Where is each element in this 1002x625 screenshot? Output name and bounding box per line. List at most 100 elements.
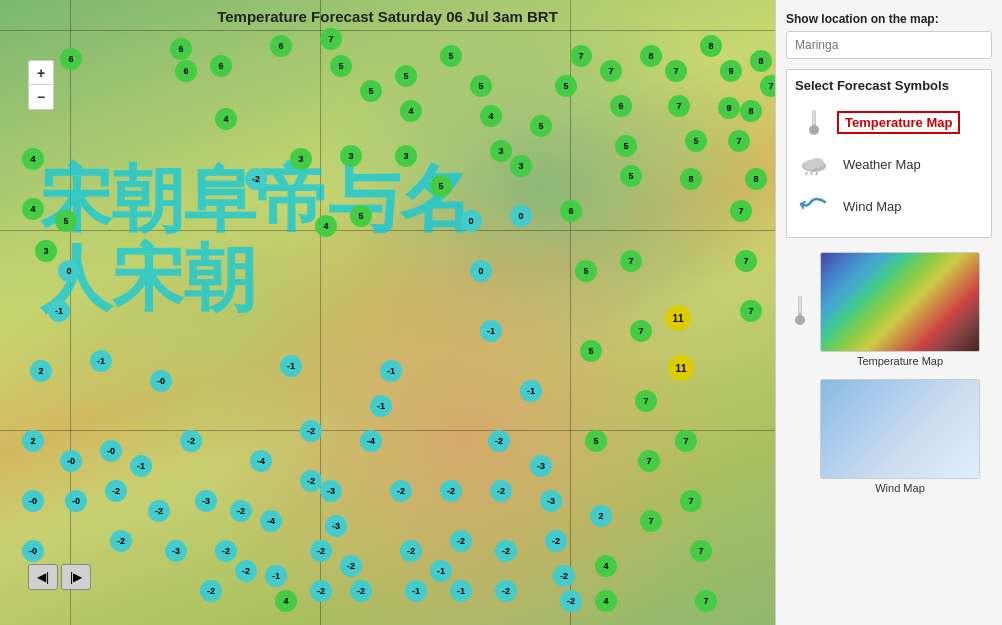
- temp-dot: 5: [585, 430, 607, 452]
- temp-dot: -3: [530, 455, 552, 477]
- temp-dot: 2: [30, 360, 52, 382]
- wind-option-label[interactable]: Wind Map: [837, 197, 908, 216]
- temp-dot: -1: [280, 355, 302, 377]
- nav-next-button[interactable]: |▶: [61, 564, 91, 590]
- temp-dot: 7: [728, 130, 750, 152]
- temp-dot: -1: [48, 300, 70, 322]
- forecast-section: Select Forecast Symbols Temperature Map: [786, 69, 992, 238]
- svg-rect-11: [799, 296, 802, 313]
- temp-dot: 8: [700, 35, 722, 57]
- forecast-option-wind[interactable]: Wind Map: [795, 187, 983, 225]
- temp-dot: -1: [430, 560, 452, 582]
- forecast-section-title: Select Forecast Symbols: [795, 78, 983, 93]
- temp-dot: 7: [690, 540, 712, 562]
- temp-dot: -1: [405, 580, 427, 602]
- temp-dot: 4: [480, 105, 502, 127]
- nav-prev-button[interactable]: ◀|: [28, 564, 58, 590]
- temp-dot: -2: [545, 530, 567, 552]
- temp-dot: 11: [668, 355, 694, 381]
- temp-dot: 6: [270, 35, 292, 57]
- temp-dot: -2: [440, 480, 462, 502]
- svg-line-8: [816, 172, 817, 175]
- zoom-controls[interactable]: + −: [28, 60, 54, 110]
- temp-dot: -2: [400, 540, 422, 562]
- temp-dot: 5: [685, 130, 707, 152]
- temp-dot: -0: [60, 450, 82, 472]
- zoom-in-button[interactable]: +: [29, 61, 53, 85]
- temp-dot: 8: [740, 100, 762, 122]
- temp-dot: 7: [735, 250, 757, 272]
- temp-dot: -2: [215, 540, 237, 562]
- temp-dot: 4: [275, 590, 297, 612]
- temp-dot: 3: [510, 155, 532, 177]
- temp-dot: -2: [553, 565, 575, 587]
- temp-dot: 3: [490, 140, 512, 162]
- temp-dot: 3: [35, 240, 57, 262]
- temp-dot: 7: [740, 300, 762, 322]
- temp-dot: -2: [490, 480, 512, 502]
- thumbnail-wind[interactable]: Wind Map: [820, 379, 980, 494]
- nav-controls[interactable]: ◀| |▶: [28, 564, 91, 590]
- temp-dot: 5: [620, 165, 642, 187]
- temp-dot: 0: [510, 205, 532, 227]
- temp-dot: 4: [400, 100, 422, 122]
- thumbnail-temp[interactable]: Temperature Map: [820, 252, 980, 367]
- temp-dot: -2: [350, 580, 372, 602]
- temp-dot: -3: [540, 490, 562, 512]
- temp-dot: 7: [675, 430, 697, 452]
- thumbnail-temp-label: Temperature Map: [857, 355, 943, 367]
- svg-point-5: [810, 158, 824, 168]
- temp-dot: 3: [290, 148, 312, 170]
- temp-dot: 5: [575, 260, 597, 282]
- thumbnails-section: Temperature Map Wind Map: [786, 248, 992, 494]
- forecast-option-weather[interactable]: Weather Map: [795, 145, 983, 183]
- temp-option-label[interactable]: Temperature Map: [837, 111, 960, 134]
- temp-dot: -1: [90, 350, 112, 372]
- temp-dot: -0: [22, 490, 44, 512]
- temp-dot: -0: [65, 490, 87, 512]
- temp-dot: -2: [340, 555, 362, 577]
- svg-point-1: [809, 125, 819, 135]
- temp-dot: 5: [330, 55, 352, 77]
- temp-dot: -4: [260, 510, 282, 532]
- temp-dot: 8: [680, 168, 702, 190]
- temp-dot: -4: [360, 430, 382, 452]
- forecast-option-temp[interactable]: Temperature Map: [795, 103, 983, 141]
- temp-dot: 6: [175, 60, 197, 82]
- temp-dot: -1: [520, 380, 542, 402]
- temp-dot: 5: [360, 80, 382, 102]
- temp-dot: -3: [165, 540, 187, 562]
- weather-option-label[interactable]: Weather Map: [837, 155, 927, 174]
- temp-dot: -2: [560, 590, 582, 612]
- temp-dot: 6: [60, 48, 82, 70]
- location-input[interactable]: [786, 31, 992, 59]
- map-title: Temperature Forecast Saturday 06 Jul 3am…: [0, 8, 775, 25]
- temp-dot: 2: [22, 430, 44, 452]
- wind-icon: [799, 193, 829, 219]
- temp-dot: -2: [450, 530, 472, 552]
- temp-dot: 7: [695, 590, 717, 612]
- temp-dot: -2: [148, 500, 170, 522]
- temp-dot: 6: [560, 200, 582, 222]
- zoom-out-button[interactable]: −: [29, 85, 53, 109]
- temp-dot: 7: [630, 320, 652, 342]
- temp-dot: -1: [265, 565, 287, 587]
- temp-dot: -2: [300, 470, 322, 492]
- temp-dot: 5: [55, 210, 77, 232]
- svg-line-6: [806, 172, 807, 175]
- temp-dot: 7: [680, 490, 702, 512]
- temp-dot: 4: [22, 148, 44, 170]
- temp-dot: -3: [320, 480, 342, 502]
- temp-dot: -2: [180, 430, 202, 452]
- temp-dot: -2: [235, 560, 257, 582]
- location-section: Show location on the map:: [786, 12, 992, 59]
- temp-dot: 7: [600, 60, 622, 82]
- temp-dot: 5: [350, 205, 372, 227]
- temp-dot: 3: [395, 145, 417, 167]
- temp-dot: 8: [745, 168, 767, 190]
- temp-dot: -1: [450, 580, 472, 602]
- temp-dot: -2: [105, 480, 127, 502]
- temp-dot: -2: [495, 540, 517, 562]
- temp-dot: 5: [530, 115, 552, 137]
- temp-dot: 0: [58, 260, 80, 282]
